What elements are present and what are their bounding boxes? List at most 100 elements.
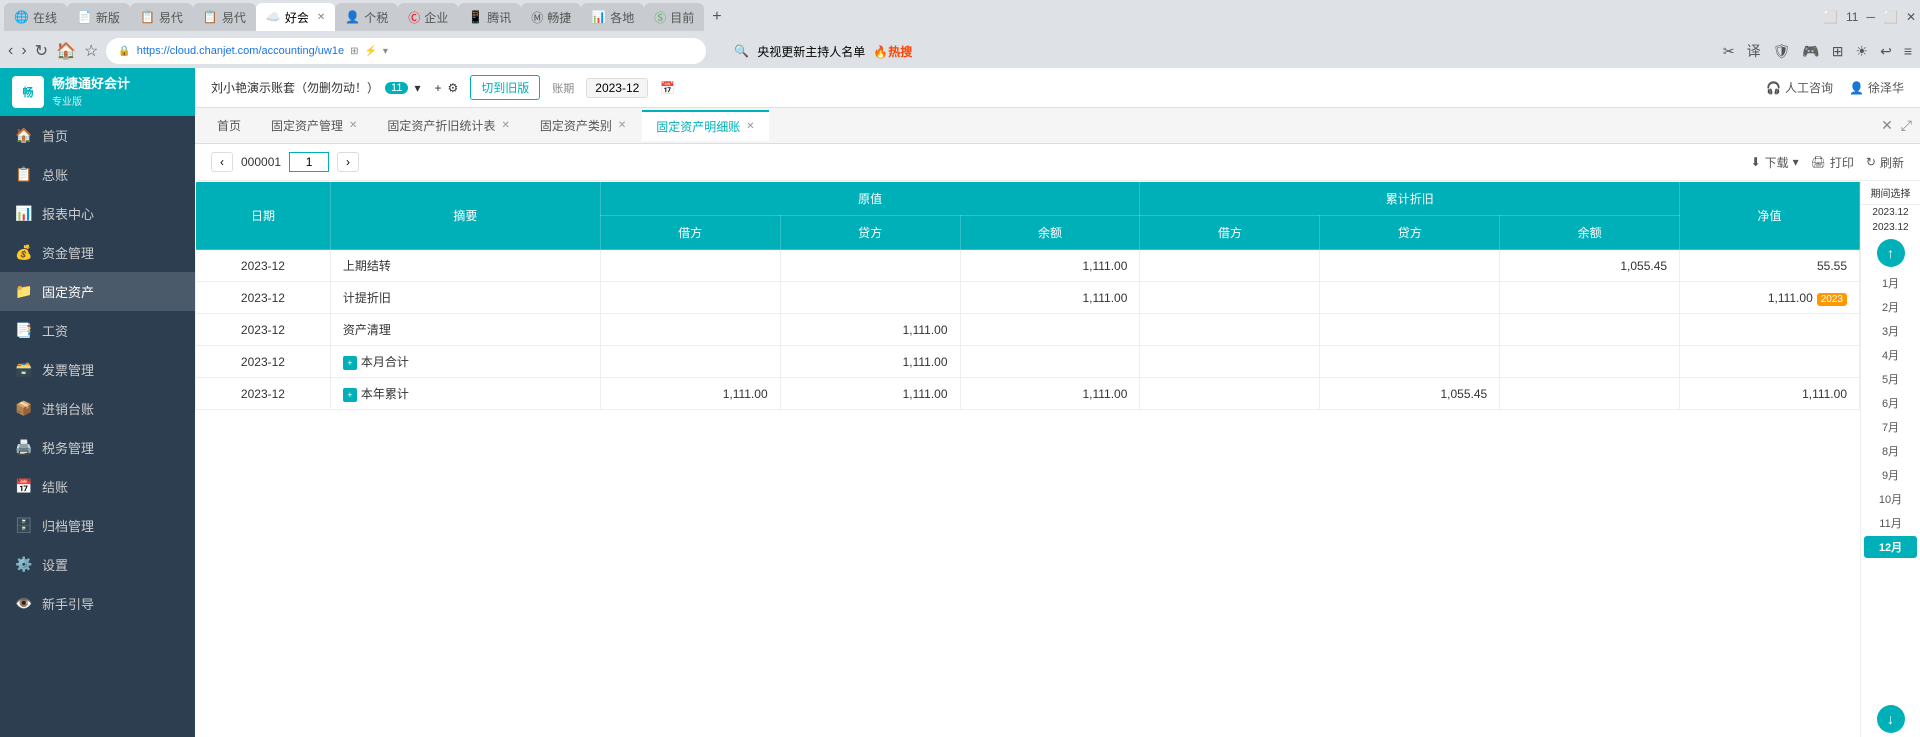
tab-close-detail-ledger[interactable]: ✕ xyxy=(746,121,754,132)
cell-orig-balance-0: 1,111.00 xyxy=(960,250,1140,282)
browser-tab-10[interactable]: Ⓢ 目前 xyxy=(644,3,704,31)
add-account-icon[interactable]: + xyxy=(434,81,441,95)
browser-tab-6[interactable]: Ⓒ 企业 xyxy=(398,3,458,31)
tab-label-10: 目前 xyxy=(670,9,694,26)
forward-button[interactable]: › xyxy=(21,42,26,60)
month-item-3[interactable]: 4月 xyxy=(1864,344,1917,366)
period-edit-icon[interactable]: 📅 xyxy=(660,81,675,95)
tab-bar-maximize[interactable]: ⬜ xyxy=(1883,10,1898,24)
content-tab-fixed-asset-mgmt[interactable]: 固定资产管理 ✕ xyxy=(257,111,371,140)
tab-close-all-icon[interactable]: ✕ xyxy=(1881,117,1893,134)
col-dep-debit: 借方 xyxy=(1140,216,1320,250)
sidebar-item-settings[interactable]: ⚙️ 设置 xyxy=(0,545,195,584)
gamepad-icon[interactable]: 🎮 xyxy=(1802,43,1819,60)
month-item-8[interactable]: 9月 xyxy=(1864,464,1917,486)
month-item-1[interactable]: 2月 xyxy=(1864,296,1917,318)
browser-tab-9[interactable]: 📊 各地 xyxy=(581,3,644,31)
cell-dep-balance-1 xyxy=(1500,282,1680,314)
translate-icon[interactable]: 译 xyxy=(1747,41,1761,61)
refresh-button[interactable]: ↻ xyxy=(35,41,48,61)
main-content: 刘小艳演示账套（勿删勿动！） 11 ▾ + ⚙ 切到旧版 账期 2023-12 … xyxy=(195,68,1920,737)
month-item-2[interactable]: 3月 xyxy=(1864,320,1917,342)
download-button[interactable]: ⬇ 下载 ▾ xyxy=(1751,154,1799,171)
shield-icon[interactable]: 🛡 xyxy=(1773,43,1791,60)
month-item-7[interactable]: 8月 xyxy=(1864,440,1917,462)
back-button[interactable]: ‹ xyxy=(8,42,13,60)
sidebar-item-payroll[interactable]: 📑 工资 xyxy=(0,311,195,350)
col-accumulated-depreciation: 累计折旧 xyxy=(1140,182,1680,216)
sidebar-item-reports[interactable]: 📊 报表中心 xyxy=(0,194,195,233)
browser-tab-0[interactable]: 🌐 在线 xyxy=(4,3,67,31)
tab-close-asset-category[interactable]: ✕ xyxy=(618,120,626,131)
sidebar-item-closing[interactable]: 📅 结账 xyxy=(0,467,195,506)
tab-close-fixed-asset-mgmt[interactable]: ✕ xyxy=(349,120,357,131)
sidebar-item-guide[interactable]: 👁️ 新手引导 xyxy=(0,584,195,623)
browser-tab-2[interactable]: 📋 易代 xyxy=(130,3,193,31)
download-icon: ⬇ xyxy=(1751,155,1761,169)
switch-version-button[interactable]: 切到旧版 xyxy=(470,75,540,100)
tab-icon-8: Ⓜ xyxy=(531,9,543,26)
user-profile[interactable]: 👤 徐泽华 xyxy=(1849,79,1904,96)
cell-dep-balance-3 xyxy=(1500,346,1680,378)
month-item-10[interactable]: 11月 xyxy=(1864,512,1917,534)
sidebar: 畅 畅捷通好会计 专业版 🏠 首页 📋 总账 📊 报表中心 💰 资金管理 xyxy=(0,68,195,737)
sidebar-item-tax[interactable]: 🖨️ 税务管理 xyxy=(0,428,195,467)
sidebar-item-purchase-sales[interactable]: 📦 进销台账 xyxy=(0,389,195,428)
settings-account-icon[interactable]: ⚙ xyxy=(447,81,458,95)
sidebar-item-invoices[interactable]: 🗃️ 发票管理 xyxy=(0,350,195,389)
page-number-input[interactable]: 1 xyxy=(289,152,329,172)
sidebar-item-home[interactable]: 🏠 首页 xyxy=(0,116,195,155)
browser-tab-8[interactable]: Ⓜ 畅捷 xyxy=(521,3,581,31)
month-item-5[interactable]: 6月 xyxy=(1864,392,1917,414)
sidebar-item-general-ledger[interactable]: 📋 总账 xyxy=(0,155,195,194)
tab-close-4[interactable]: ✕ xyxy=(317,12,325,23)
undo-icon[interactable]: ↩ xyxy=(1880,43,1892,60)
bookmark-button[interactable]: ☆ xyxy=(84,41,98,61)
month-item-6[interactable]: 7月 xyxy=(1864,416,1917,438)
browser-tab-7[interactable]: 📱 腾讯 xyxy=(458,3,521,31)
download-chevron: ▾ xyxy=(1793,155,1799,169)
cell-orig-debit-0 xyxy=(600,250,780,282)
prev-page-button[interactable]: ‹ xyxy=(211,152,233,172)
grid-icon[interactable]: ⊞ xyxy=(1832,43,1844,60)
funds-icon: 💰 xyxy=(16,245,32,261)
content-tab-home[interactable]: 首页 xyxy=(203,111,255,140)
browser-tab-3[interactable]: 📋 易代 xyxy=(193,3,256,31)
table-wrapper: 日期 摘要 原值 累计折旧 净值 借方 贷方 余额 借方 xyxy=(195,181,1860,737)
sidebar-label-purchase-sales: 进销台账 xyxy=(42,399,94,418)
content-tab-depreciation-stats[interactable]: 固定资产折旧统计表 ✕ xyxy=(373,111,523,140)
report-icon: 📊 xyxy=(16,206,32,222)
sidebar-item-funds[interactable]: 💰 资金管理 xyxy=(0,233,195,272)
new-tab-button[interactable]: + xyxy=(704,8,729,26)
period-end-date: 2023.12 xyxy=(1870,220,1910,239)
month-item-0[interactable]: 1月 xyxy=(1864,272,1917,294)
content-tab-detail-ledger[interactable]: 固定资产明细账 ✕ xyxy=(642,110,768,141)
tab-bar-minimize[interactable]: ─ xyxy=(1866,10,1875,24)
content-tab-asset-category[interactable]: 固定资产类别 ✕ xyxy=(526,111,640,140)
next-page-button[interactable]: › xyxy=(337,152,359,172)
home-button[interactable]: 🏠 xyxy=(56,41,76,61)
cell-orig-balance-1: 1,111.00 xyxy=(960,282,1140,314)
scroll-up-button[interactable]: ↑ xyxy=(1877,239,1905,267)
browser-tab-4[interactable]: ☁️ 好会 ✕ xyxy=(256,3,335,31)
menu-icon[interactable]: ≡ xyxy=(1904,43,1912,59)
address-bar-input[interactable]: 🔒 https://cloud.chanjet.com/accounting/u… xyxy=(106,38,706,64)
browser-tab-1[interactable]: 📄 新版 xyxy=(67,3,130,31)
tab-close-depreciation-stats[interactable]: ✕ xyxy=(501,120,509,131)
month-item-9[interactable]: 10月 xyxy=(1864,488,1917,510)
tab-expand-icon[interactable]: ⤢ xyxy=(1901,117,1912,134)
sidebar-item-archive[interactable]: 🗄️ 归档管理 xyxy=(0,506,195,545)
month-item-11[interactable]: 12月 xyxy=(1864,536,1917,558)
refresh-button[interactable]: ↻ 刷新 xyxy=(1866,154,1904,171)
account-select[interactable]: 刘小艳演示账套（勿删勿动！） 11 ▾ + ⚙ xyxy=(211,79,458,96)
sidebar-item-fixed-assets[interactable]: 📁 固定资产 xyxy=(0,272,195,311)
scroll-down-button[interactable]: ↓ xyxy=(1877,705,1905,733)
month-item-4[interactable]: 5月 xyxy=(1864,368,1917,390)
brightness-icon[interactable]: ☀ xyxy=(1856,43,1869,60)
customer-service[interactable]: 🎧 人工咨询 xyxy=(1766,79,1833,96)
print-button[interactable]: 🖨 打印 xyxy=(1811,154,1854,171)
tab-bar-close[interactable]: ✕ xyxy=(1906,10,1916,24)
browser-tab-5[interactable]: 👤 个税 xyxy=(335,3,398,31)
scissors-icon[interactable]: ✂ xyxy=(1723,43,1735,60)
tab-icon-3: 📋 xyxy=(203,10,218,24)
